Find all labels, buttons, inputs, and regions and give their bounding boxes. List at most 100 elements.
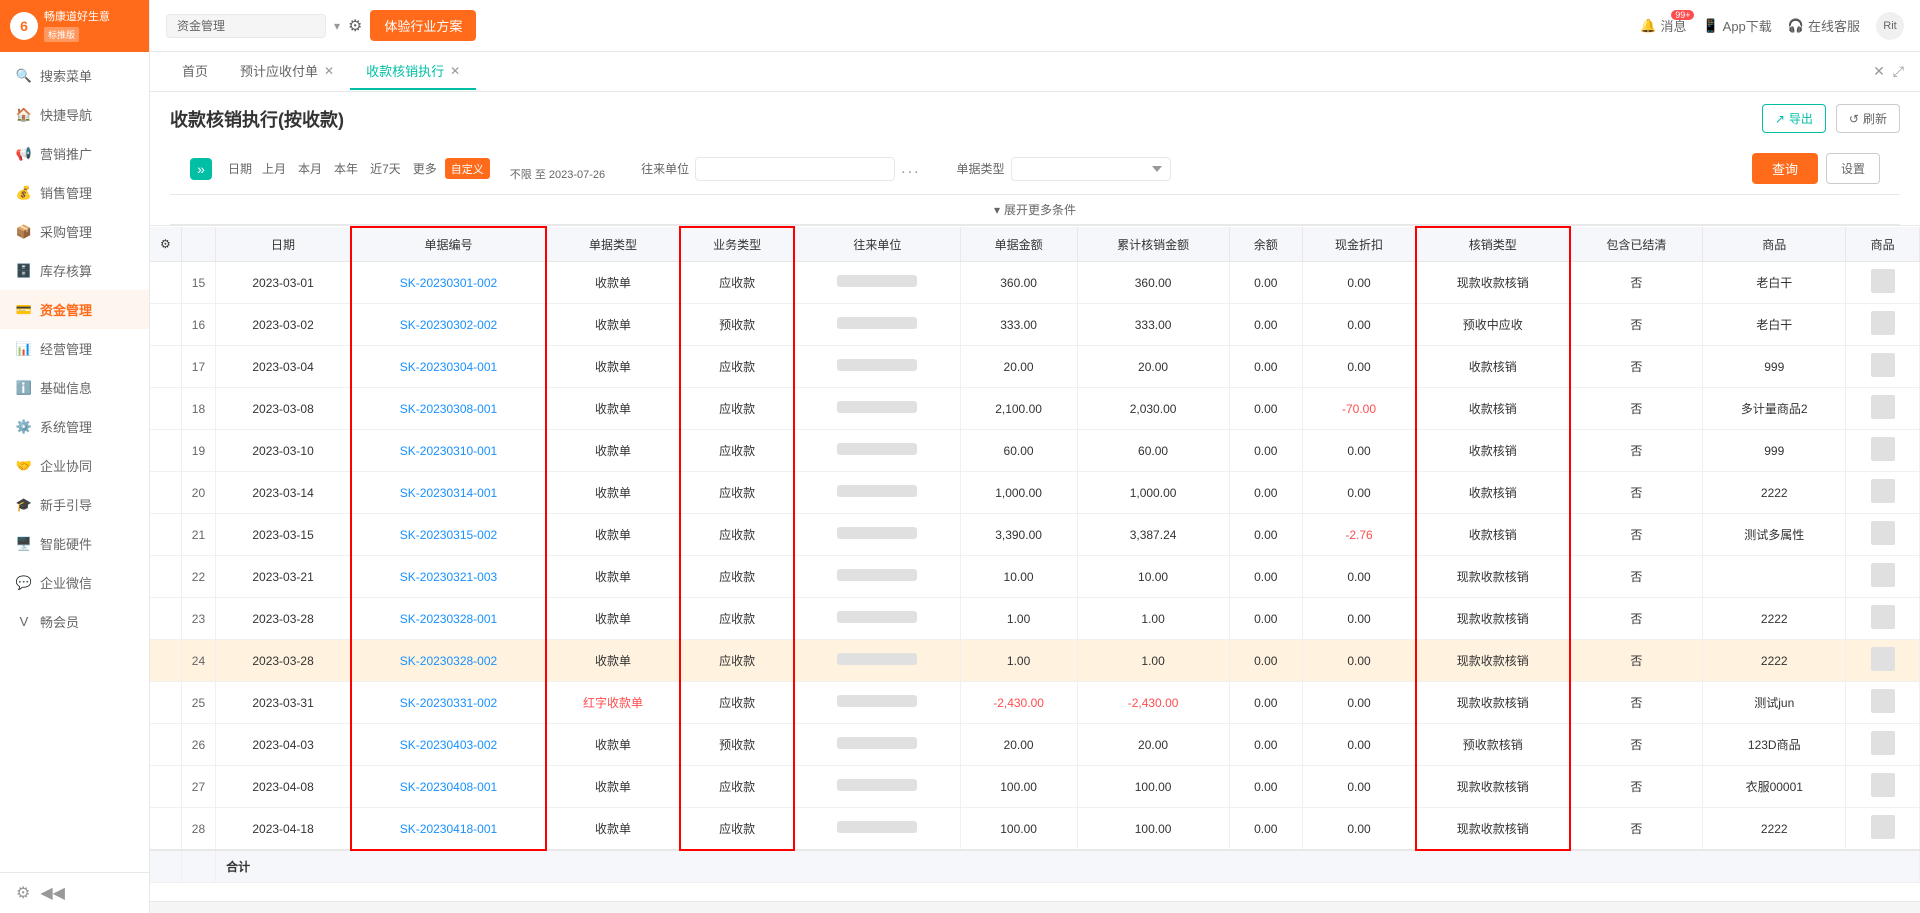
cell-settings[interactable] [150, 640, 181, 682]
table-row[interactable]: 202023-03-14SK-20230314-001收款单应收款1,000.0… [150, 472, 1920, 514]
sidebar-item-purchase[interactable]: 📦 采购管理 [0, 212, 149, 251]
cell-order-no[interactable]: SK-20230314-001 [351, 472, 546, 514]
table-row[interactable]: 262023-04-03SK-20230403-002收款单预收款20.0020… [150, 724, 1920, 766]
tab-collection-close[interactable]: ✕ [450, 64, 460, 78]
cell-settings[interactable] [150, 388, 181, 430]
query-btn[interactable]: 查询 [1752, 153, 1818, 184]
col-header-partner[interactable]: 往来单位 [794, 227, 960, 262]
order-no-link[interactable]: SK-20230310-001 [400, 444, 497, 458]
filter-toggle-btn[interactable]: » [190, 158, 212, 180]
table-row[interactable]: 182023-03-08SK-20230308-001收款单应收款2,100.0… [150, 388, 1920, 430]
sidebar-item-quicknav[interactable]: 🏠 快捷导航 [0, 95, 149, 134]
col-header-cancel-amount[interactable]: 累计核销金额 [1077, 227, 1229, 262]
date-btn-thismonth[interactable]: 本月 [294, 158, 326, 179]
date-btn-7days[interactable]: 近7天 [366, 158, 405, 179]
col-header-discount[interactable]: 现金折扣 [1303, 227, 1417, 262]
cell-order-no[interactable]: SK-20230302-002 [351, 304, 546, 346]
tab-prepay[interactable]: 预计应收付单 ✕ [224, 53, 350, 90]
cell-order-no[interactable]: SK-20230304-001 [351, 346, 546, 388]
col-header-include-settled[interactable]: 包含已结清 [1570, 227, 1703, 262]
col-header-cancel-type[interactable]: 核销类型 [1416, 227, 1570, 262]
order-no-link[interactable]: SK-20230331-002 [400, 696, 497, 710]
cell-settings[interactable] [150, 724, 181, 766]
order-type-select[interactable] [1011, 157, 1171, 181]
col-header-balance[interactable]: 余额 [1229, 227, 1303, 262]
industry-btn[interactable]: 体验行业方案 [370, 10, 476, 41]
table-row[interactable]: 162023-03-02SK-20230302-002收款单预收款333.003… [150, 304, 1920, 346]
cell-order-no[interactable]: SK-20230418-001 [351, 808, 546, 851]
cell-settings[interactable] [150, 472, 181, 514]
cell-order-no[interactable]: SK-20230301-002 [351, 262, 546, 304]
date-btn-thisyear[interactable]: 本年 [330, 158, 362, 179]
cell-order-no[interactable]: SK-20230408-001 [351, 766, 546, 808]
tab-collection[interactable]: 收款核销执行 ✕ [350, 53, 476, 90]
dropdown-icon[interactable]: ▾ [334, 19, 340, 33]
cell-settings[interactable] [150, 514, 181, 556]
order-no-link[interactable]: SK-20230321-003 [400, 570, 497, 584]
col-header-biz-type[interactable]: 业务类型 [680, 227, 794, 262]
breadcrumb-input[interactable] [166, 14, 326, 38]
order-no-link[interactable]: SK-20230301-002 [400, 276, 497, 290]
table-container[interactable]: ⚙ 日期 单据编号 单据类型 业务类型 往来单位 单据金额 累计核销金额 余额 … [150, 226, 1920, 901]
col-header-settings[interactable]: ⚙ [150, 227, 181, 262]
date-btn-custom[interactable]: 自定义 [445, 158, 490, 179]
tab-home[interactable]: 首页 [166, 53, 224, 90]
cell-settings[interactable] [150, 430, 181, 472]
table-row[interactable]: 252023-03-31SK-20230331-002红字收款单应收款-2,43… [150, 682, 1920, 724]
sidebar-item-enterprise[interactable]: 🤝 企业协同 [0, 446, 149, 485]
sidebar-item-guide[interactable]: 🎓 新手引导 [0, 485, 149, 524]
sidebar-item-member[interactable]: V 畅会员 [0, 602, 149, 641]
cell-settings[interactable] [150, 304, 181, 346]
order-no-link[interactable]: SK-20230308-001 [400, 402, 497, 416]
cell-order-no[interactable]: SK-20230328-001 [351, 598, 546, 640]
col-header-order-no[interactable]: 单据编号 [351, 227, 546, 262]
table-row[interactable]: 172023-03-04SK-20230304-001收款单应收款20.0020… [150, 346, 1920, 388]
order-no-link[interactable]: SK-20230328-001 [400, 612, 497, 626]
settings-gear-icon[interactable]: ⚙ [16, 883, 30, 903]
topbar-gear-icon[interactable]: ⚙ [348, 16, 362, 36]
table-row[interactable]: 232023-03-28SK-20230328-001收款单应收款1.001.0… [150, 598, 1920, 640]
table-row[interactable]: 222023-03-21SK-20230321-003收款单应收款10.0010… [150, 556, 1920, 598]
table-row[interactable]: 272023-04-08SK-20230408-001收款单应收款100.001… [150, 766, 1920, 808]
cell-settings[interactable] [150, 262, 181, 304]
tab-expand-icon[interactable]: ⤢ [1893, 63, 1904, 80]
column-settings-icon[interactable]: ⚙ [160, 237, 171, 251]
user-avatar[interactable]: Rit [1876, 12, 1904, 40]
notification-btn[interactable]: 🔔 消息 99+ [1640, 16, 1686, 35]
cell-settings[interactable] [150, 346, 181, 388]
sidebar-item-marketing[interactable]: 📢 营销推广 [0, 134, 149, 173]
cell-order-no[interactable]: SK-20230321-003 [351, 556, 546, 598]
table-row[interactable]: 152023-03-01SK-20230301-002收款单应收款360.003… [150, 262, 1920, 304]
table-row[interactable]: 212023-03-15SK-20230315-002收款单应收款3,390.0… [150, 514, 1920, 556]
export-btn[interactable]: ↗ 导出 [1762, 104, 1826, 133]
table-row[interactable]: 192023-03-10SK-20230310-001收款单应收款60.0060… [150, 430, 1920, 472]
date-btn-lastmonth[interactable]: 上月 [258, 158, 290, 179]
refresh-btn[interactable]: ↺ 刷新 [1836, 104, 1900, 133]
tab-prepay-close[interactable]: ✕ [324, 64, 334, 78]
sidebar-item-basic[interactable]: ℹ️ 基础信息 [0, 368, 149, 407]
sidebar-item-hardware[interactable]: 🖥️ 智能硬件 [0, 524, 149, 563]
online-service-btn[interactable]: 🎧 在线客服 [1788, 16, 1860, 35]
cell-settings[interactable] [150, 556, 181, 598]
order-no-link[interactable]: SK-20230403-002 [400, 738, 497, 752]
sidebar-item-operations[interactable]: 📊 经营管理 [0, 329, 149, 368]
table-row[interactable]: 282023-04-18SK-20230418-001收款单应收款100.001… [150, 808, 1920, 851]
order-no-link[interactable]: SK-20230315-002 [400, 528, 497, 542]
col-header-date[interactable]: 日期 [216, 227, 351, 262]
col-header-order-type[interactable]: 单据类型 [546, 227, 680, 262]
expand-more-btn[interactable]: ▾ 展开更多条件 [994, 201, 1076, 218]
date-btn-more[interactable]: 更多 [409, 158, 441, 179]
cell-order-no[interactable]: SK-20230331-002 [351, 682, 546, 724]
col-header-product[interactable]: 商品 [1703, 227, 1846, 262]
cell-settings[interactable] [150, 598, 181, 640]
order-no-link[interactable]: SK-20230314-001 [400, 486, 497, 500]
sidebar-item-inventory[interactable]: 🗄️ 库存核算 [0, 251, 149, 290]
order-no-link[interactable]: SK-20230408-001 [400, 780, 497, 794]
setting-btn[interactable]: 设置 [1826, 153, 1880, 184]
table-row[interactable]: 242023-03-28SK-20230328-002收款单应收款1.001.0… [150, 640, 1920, 682]
sidebar-item-wechat[interactable]: 💬 企业微信 [0, 563, 149, 602]
sidebar-item-search[interactable]: 🔍 搜索菜单 [0, 56, 149, 95]
partner-filter-input[interactable] [695, 157, 895, 181]
cell-settings[interactable] [150, 808, 181, 851]
cell-order-no[interactable]: SK-20230315-002 [351, 514, 546, 556]
